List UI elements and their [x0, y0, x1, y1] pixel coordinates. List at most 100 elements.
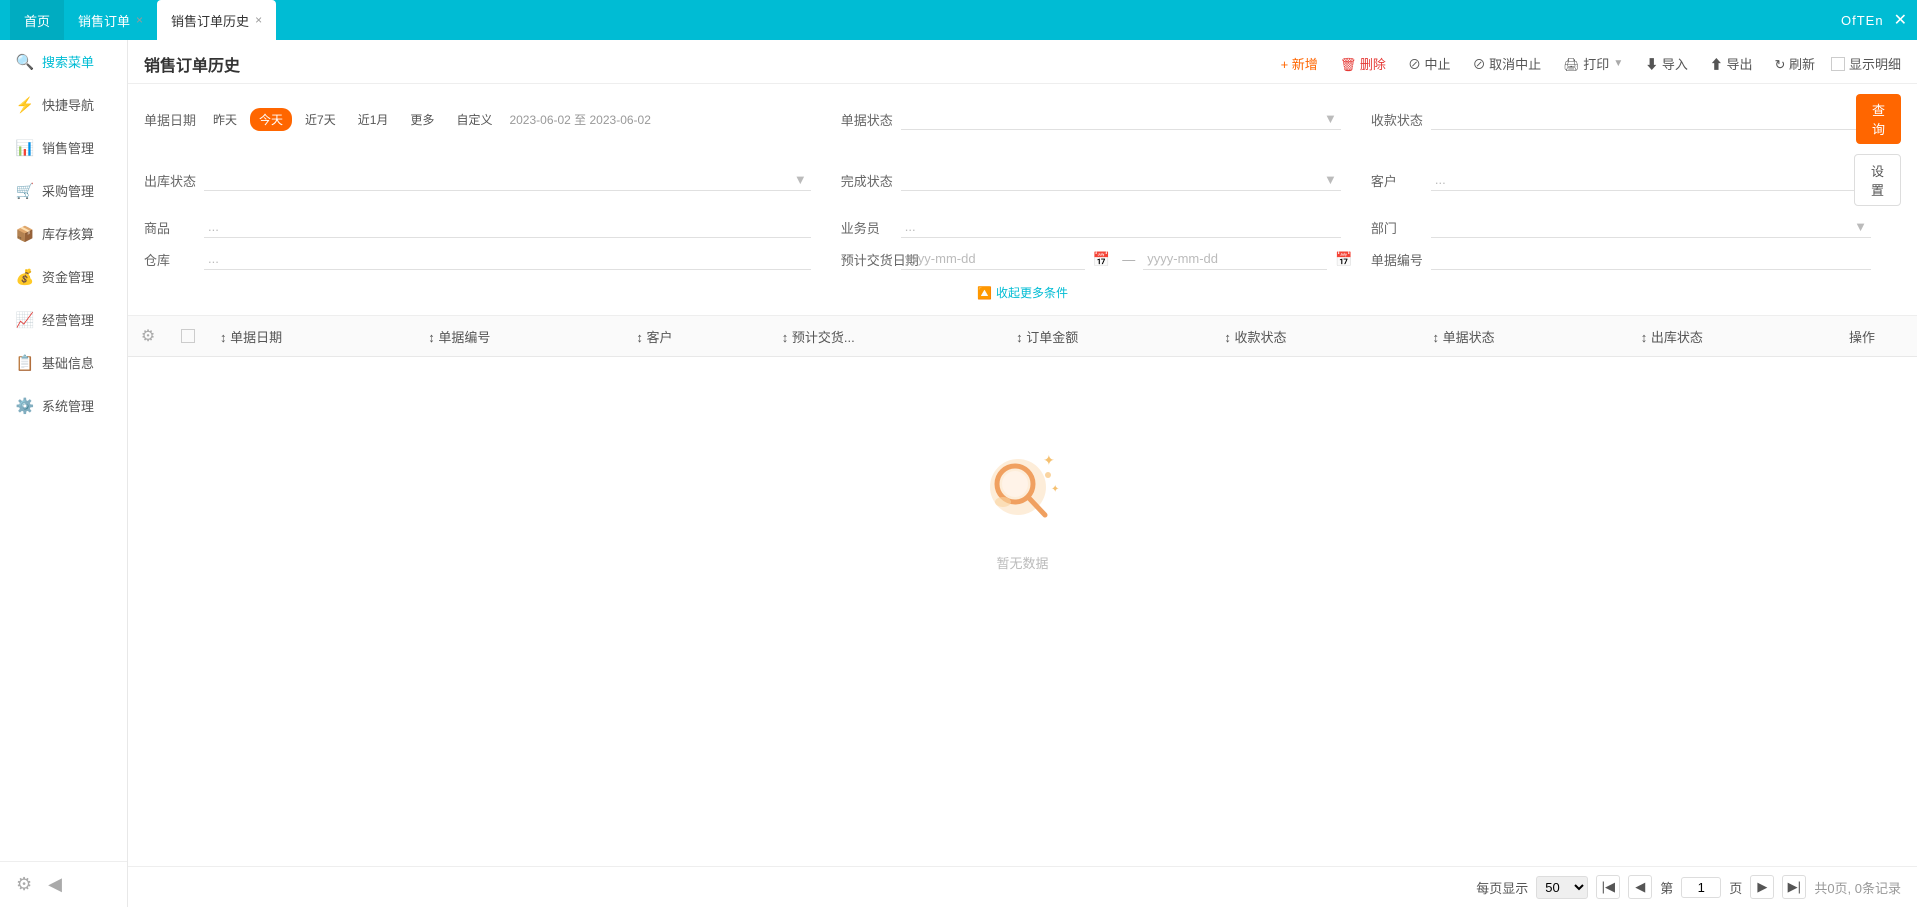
tab-sales-order-history-close[interactable]: × — [255, 13, 262, 27]
filter-delivery-label: 预计交货日期 — [841, 250, 901, 269]
filter-warehouse-item: 仓库 ... — [144, 248, 811, 270]
page-prev-button[interactable]: ◀ — [1628, 875, 1652, 899]
new-button[interactable]: + 新增 — [1275, 50, 1324, 77]
sidebar-item-capital-mgmt-label: 资金管理 — [42, 267, 94, 286]
sidebar-settings-icon[interactable]: ⚙ — [16, 874, 32, 895]
page-number-input[interactable] — [1681, 877, 1721, 898]
tab-home[interactable]: 首页 — [10, 0, 64, 40]
query-button[interactable]: 查询 — [1856, 94, 1901, 144]
export-button[interactable]: ⬆ 导出 — [1704, 50, 1759, 77]
page-next-button[interactable]: ▶ — [1750, 875, 1774, 899]
filter-dept-select[interactable]: ▼ — [1431, 216, 1871, 238]
filter-row-3: 商品 ... 业务员 ... 部门 ▼ — [144, 216, 1901, 238]
sidebar-item-system-mgmt[interactable]: ⚙️ 系统管理 — [0, 384, 127, 427]
tab-sales-order-history[interactable]: 销售订单历史 × — [157, 0, 276, 40]
th-doc-status: ↕ 单据状态 — [1421, 316, 1629, 357]
refresh-button[interactable]: ↻ 刷新 — [1768, 50, 1821, 77]
pagination-bar: 每页显示 10 20 50 100 |◀ ◀ 第 页 ▶ ▶| 共0页, 0条记… — [128, 866, 1917, 907]
page-first-button[interactable]: |◀ — [1596, 875, 1620, 899]
date-btn-yesterday[interactable]: 昨天 — [204, 108, 246, 131]
filter-customer-input[interactable]: ... — [1431, 169, 1871, 191]
delivery-date-end-calendar-icon[interactable]: 📅 — [1335, 251, 1352, 268]
delivery-date-start[interactable] — [901, 248, 1085, 270]
filter-goods-input[interactable]: ... — [204, 216, 811, 238]
sidebar-item-search-menu[interactable]: 🔍 搜索菜单 — [0, 40, 127, 83]
tab-list: 首页 销售订单 × 销售订单历史 × — [10, 0, 276, 40]
date-btn-7days[interactable]: 近7天 — [296, 108, 345, 131]
filter-warehouse-input[interactable]: ... — [204, 248, 811, 270]
sidebar-item-inventory[interactable]: 📦 库存核算 — [0, 212, 127, 255]
filter-payment-select[interactable]: ▼ — [1431, 108, 1871, 130]
delete-button[interactable]: 🗑 删除 — [1334, 50, 1392, 77]
filter-docnumber-label: 单据编号 — [1371, 250, 1431, 269]
filter-salesperson-placeholder: ... — [905, 219, 916, 234]
th-number: ↕ 单据编号 — [416, 316, 624, 357]
collapse-label: 收起更多条件 — [996, 284, 1068, 301]
page-last-button[interactable]: ▶| — [1782, 875, 1806, 899]
sidebar-item-purchase-mgmt-label: 采购管理 — [42, 181, 94, 200]
filter-payment-label: 收款状态 — [1371, 110, 1431, 129]
svg-text:✦: ✦ — [1043, 452, 1055, 468]
sidebar-item-capital-mgmt[interactable]: 💰 资金管理 — [0, 255, 127, 298]
cancel-stop-button[interactable]: ⊘ 取消中止 — [1467, 50, 1548, 77]
th-check — [168, 316, 208, 357]
tab-sales-order-close[interactable]: × — [136, 13, 143, 27]
filter-salesperson-input[interactable]: ... — [901, 216, 1341, 238]
sidebar-item-operation-mgmt[interactable]: 📈 经营管理 — [0, 298, 127, 341]
search-menu-icon: 🔍 — [16, 53, 34, 71]
th-customer: ↕ 客户 — [624, 316, 769, 357]
tab-sales-order[interactable]: 销售订单 × — [64, 0, 157, 40]
th-ops-label: 操作 — [1849, 330, 1875, 345]
sidebar-item-quick-nav[interactable]: ⚡ 快捷导航 — [0, 83, 127, 126]
system-mgmt-icon: ⚙️ — [16, 397, 34, 415]
print-button[interactable]: 🖨 打印 ▼ — [1557, 50, 1629, 77]
th-number-label: ↕ 单据编号 — [428, 330, 490, 345]
svg-text:✦: ✦ — [1051, 484, 1059, 495]
filter-customer-label: 客户 — [1371, 171, 1431, 190]
sidebar-item-quick-nav-label: 快捷导航 — [42, 95, 94, 114]
filter-section: 单据日期 昨天 今天 近7天 近1月 更多 自定义 2023-06-02 至 2… — [128, 84, 1917, 316]
operation-mgmt-icon: 📈 — [16, 311, 34, 329]
topbar-close-icon[interactable]: ✕ — [1894, 10, 1907, 30]
filter-date-item: 单据日期 昨天 今天 近7天 近1月 更多 自定义 2023-06-02 至 2… — [144, 108, 811, 131]
th-payment-status: ↕ 收款状态 — [1212, 316, 1420, 357]
display-toggle-checkbox[interactable] — [1831, 57, 1845, 71]
filter-out-status-select[interactable]: ▼ — [204, 169, 811, 191]
filter-complete-label: 完成状态 — [841, 171, 901, 190]
table-area: ⚙ ↕ 单据日期 ↕ 单据编号 — [128, 316, 1917, 866]
sidebar-item-basic-info[interactable]: 📋 基础信息 — [0, 341, 127, 384]
filter-docnumber-item: 单据编号 — [1371, 248, 1871, 270]
th-out-status-label: ↕ 出库状态 — [1641, 330, 1703, 345]
date-btn-custom[interactable]: 自定义 — [447, 108, 501, 131]
import-button[interactable]: ⬇ 导入 — [1639, 50, 1694, 77]
filter-docnumber-input[interactable] — [1431, 248, 1871, 270]
date-btn-more[interactable]: 更多 — [401, 108, 443, 131]
table-select-all-checkbox[interactable] — [180, 329, 196, 343]
filter-salesperson-label: 业务员 — [841, 218, 901, 237]
delivery-date-start-calendar-icon[interactable]: 📅 — [1093, 251, 1110, 268]
filter-complete-select[interactable]: ▼ — [901, 169, 1341, 191]
display-toggle[interactable]: 显示明细 — [1831, 54, 1901, 73]
page-size-select[interactable]: 10 20 50 100 — [1536, 876, 1588, 899]
settings-button[interactable]: 设置 — [1854, 154, 1901, 206]
collapse-row[interactable]: 🔼 收起更多条件 — [144, 280, 1901, 305]
print-chevron-icon: ▼ — [1613, 58, 1623, 69]
table-gear-icon[interactable]: ⚙ — [140, 326, 156, 346]
filter-dept-item: 部门 ▼ — [1371, 216, 1871, 238]
sidebar-item-operation-mgmt-label: 经营管理 — [42, 310, 94, 329]
date-btn-today[interactable]: 今天 — [250, 108, 292, 131]
filter-status-select[interactable]: ▼ — [901, 108, 1341, 130]
sidebar-item-purchase-mgmt[interactable]: 🛒 采购管理 — [0, 169, 127, 212]
delivery-date-end[interactable] — [1143, 248, 1327, 270]
th-amount-label: ↕ 订单金额 — [1016, 330, 1078, 345]
date-range-dash: — — [1122, 252, 1135, 267]
stop-button[interactable]: ⊘ 中止 — [1402, 50, 1457, 77]
th-amount: ↕ 订单金额 — [1004, 316, 1212, 357]
th-date-label: ↕ 单据日期 — [220, 330, 282, 345]
date-btn-1month[interactable]: 近1月 — [349, 108, 398, 131]
filter-row-2: 出库状态 ▼ 完成状态 ▼ 客户 — [144, 154, 1901, 206]
th-customer-label: ↕ 客户 — [636, 330, 672, 345]
filter-out-status-item: 出库状态 ▼ — [144, 169, 811, 191]
sidebar-collapse-icon[interactable]: ◀ — [48, 874, 62, 895]
sidebar-item-sales-mgmt[interactable]: 📊 销售管理 — [0, 126, 127, 169]
